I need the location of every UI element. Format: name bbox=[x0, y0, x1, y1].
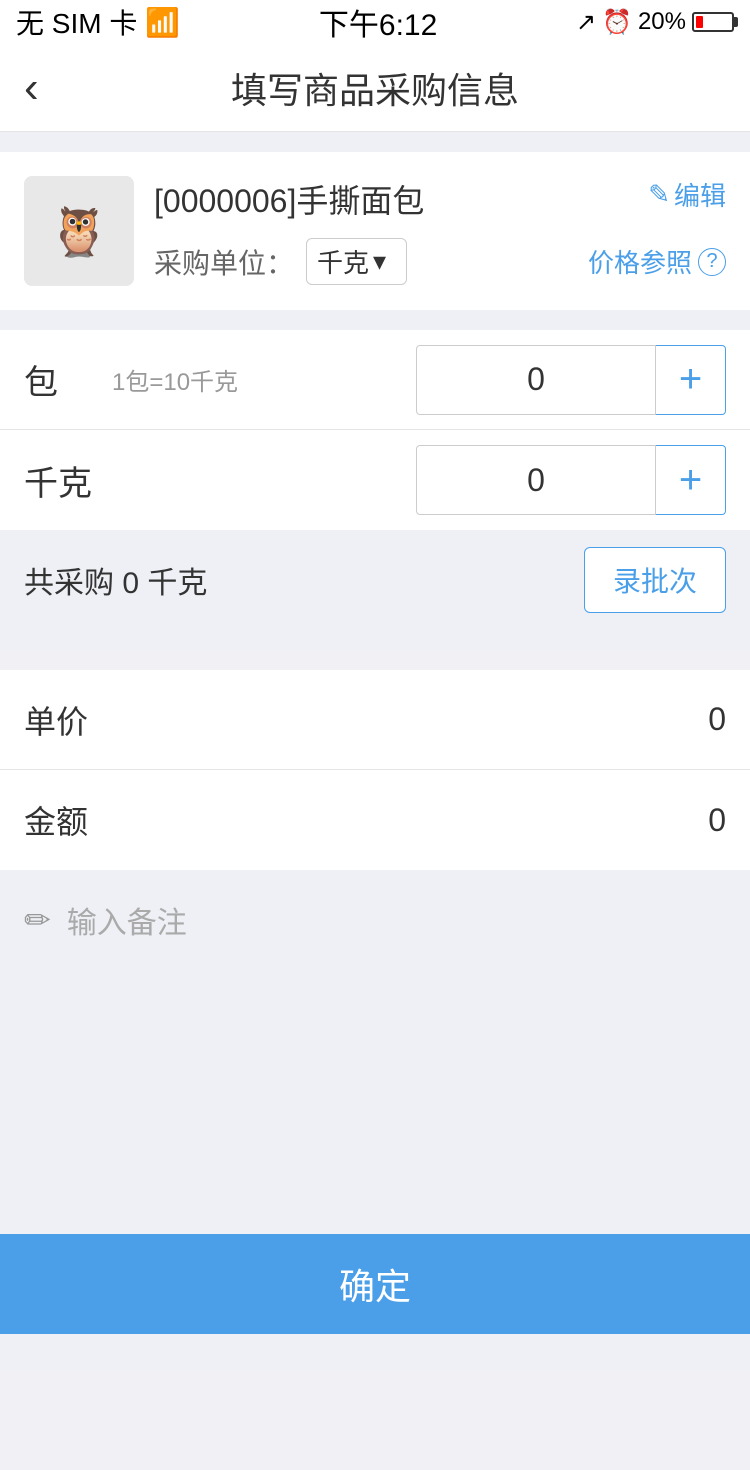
divider-mid bbox=[0, 310, 750, 330]
status-left: 无 SIM 卡 📶 bbox=[16, 2, 180, 42]
quantity-input-wrapper-bao: + bbox=[416, 345, 726, 415]
product-card: 🦉 [0000006]手撕面包 采购单位： 千克 ▾ 价格参照 ? ✎ 编辑 bbox=[0, 152, 750, 310]
quantity-input-bao[interactable] bbox=[416, 345, 656, 415]
price-label-amount: 金额 bbox=[24, 797, 708, 843]
total-label: 共采购 0 千克 bbox=[24, 558, 584, 602]
price-ref-button[interactable]: 价格参照 ? bbox=[588, 243, 726, 280]
quantity-row-kg: 千克 + bbox=[0, 430, 750, 530]
note-placeholder: 输入备注 bbox=[67, 898, 187, 942]
record-batch-button[interactable]: 录批次 bbox=[584, 547, 726, 613]
page-title: 填写商品采购信息 bbox=[231, 62, 519, 114]
divider-top bbox=[0, 132, 750, 152]
status-time: 下午6:12 bbox=[319, 0, 437, 44]
confirm-button[interactable]: 确定 bbox=[0, 1234, 750, 1334]
back-button[interactable]: ‹ bbox=[24, 66, 39, 110]
price-label-unit: 单价 bbox=[24, 697, 708, 743]
price-value-unit: 0 bbox=[708, 701, 726, 738]
product-logo: 🦉 bbox=[49, 203, 109, 260]
quantity-sub-bao: 1包=10千克 bbox=[112, 362, 238, 397]
quantity-label-kg: 千克 bbox=[24, 456, 104, 505]
quantity-input-wrapper-kg: + bbox=[416, 445, 726, 515]
note-section[interactable]: ✏ 输入备注 bbox=[0, 870, 750, 970]
price-section: 单价 0 金额 0 bbox=[0, 670, 750, 870]
carrier-text: 无 SIM 卡 bbox=[16, 2, 137, 42]
location-icon: ↗ bbox=[576, 8, 596, 37]
product-info: [0000006]手撕面包 采购单位： 千克 ▾ 价格参照 ? bbox=[154, 176, 726, 285]
unit-label: 采购单位： bbox=[154, 242, 294, 282]
quantity-section: 包 1包=10千克 + 千克 + bbox=[0, 330, 750, 530]
edit-icon: ✎ bbox=[648, 179, 670, 210]
price-ref-label: 价格参照 bbox=[588, 243, 692, 280]
total-section: 共采购 0 千克 录批次 bbox=[0, 530, 750, 630]
quantity-plus-bao[interactable]: + bbox=[656, 345, 726, 415]
status-right: ↗ ⏰ 20% bbox=[576, 8, 734, 37]
pencil-icon: ✏ bbox=[24, 901, 51, 939]
nav-bar: ‹ 填写商品采购信息 bbox=[0, 44, 750, 132]
price-ref-question-icon: ? bbox=[698, 248, 726, 276]
wifi-icon: 📶 bbox=[145, 6, 180, 39]
price-row-amount: 金额 0 bbox=[0, 770, 750, 870]
product-unit-row: 采购单位： 千克 ▾ 价格参照 ? bbox=[154, 238, 726, 285]
price-value-amount: 0 bbox=[708, 802, 726, 839]
product-name: [0000006]手撕面包 bbox=[154, 176, 726, 222]
quantity-plus-kg[interactable]: + bbox=[656, 445, 726, 515]
divider-price bbox=[0, 630, 750, 650]
battery-percentage: 20% bbox=[638, 8, 686, 36]
edit-button[interactable]: ✎ 编辑 bbox=[648, 176, 726, 213]
quantity-row-bao: 包 1包=10千克 + bbox=[0, 330, 750, 430]
chevron-down-icon: ▾ bbox=[373, 246, 386, 277]
price-row-unit: 单价 0 bbox=[0, 670, 750, 770]
product-image: 🦉 bbox=[24, 176, 134, 286]
unit-select[interactable]: 千克 ▾ bbox=[306, 238, 407, 285]
quantity-label-bao: 包 bbox=[24, 355, 104, 404]
status-bar: 无 SIM 卡 📶 下午6:12 ↗ ⏰ 20% bbox=[0, 0, 750, 44]
unit-value: 千克 bbox=[317, 243, 369, 280]
quantity-input-kg[interactable] bbox=[416, 445, 656, 515]
alarm-icon: ⏰ bbox=[602, 8, 632, 37]
battery-icon bbox=[692, 12, 734, 32]
edit-label: 编辑 bbox=[674, 176, 726, 213]
